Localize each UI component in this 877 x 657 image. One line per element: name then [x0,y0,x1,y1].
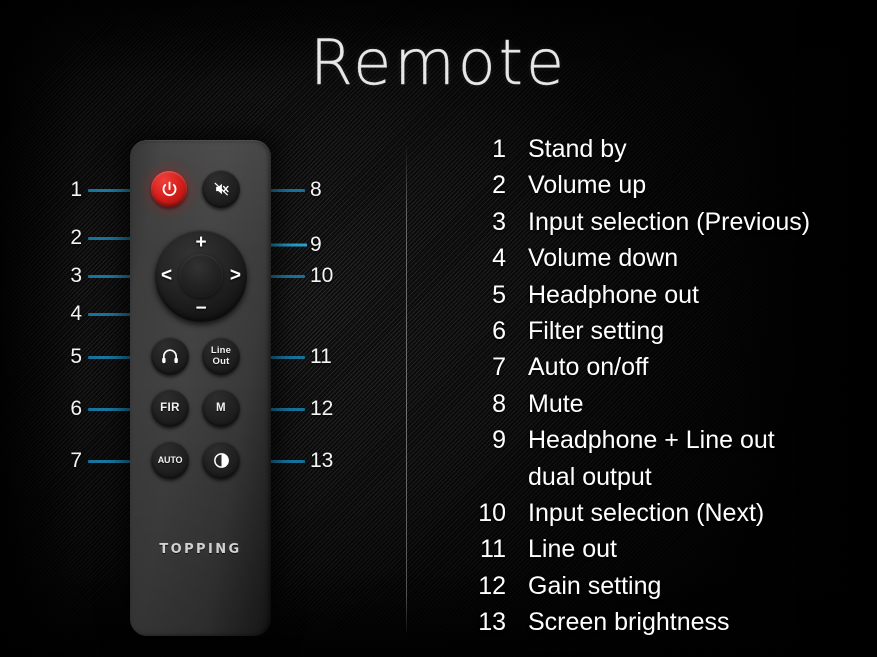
legend-label: Input selection (Next) [528,498,765,527]
legend-item: 5 Headphone out [458,277,873,313]
legend-item: 13 Screen brightness [458,604,873,640]
legend-label: Volume down [528,244,679,273]
legend-number: 8 [492,389,506,418]
callout-number-1: 1 [70,178,82,201]
input-previous-button[interactable]: < [161,266,172,285]
legend-number: 3 [492,207,506,236]
callout-number-9: 9 [310,233,322,256]
vertical-divider [406,146,407,632]
remote-body-highlight [130,140,271,636]
legend-number: 2 [492,171,506,200]
volume-down-button[interactable]: − [155,299,247,318]
line-out-label-line2: Out [212,356,230,367]
line-out-label: Line Out [211,345,231,367]
legend-item: 10 Input selection (Next) [458,495,873,531]
fir-label: FIR [160,401,180,414]
headphone-out-button[interactable] [151,337,189,375]
legend-number: 6 [492,316,506,345]
legend-number: 11 [480,535,506,564]
callout-number-5: 5 [70,345,82,368]
legend-number: 5 [492,280,506,309]
volume-up-button[interactable]: + [155,233,247,252]
legend-item: 6 Filter setting [458,313,873,349]
legend-number: 9 [492,426,506,455]
filter-setting-button[interactable]: FIR [151,389,189,427]
input-next-button[interactable]: > [230,266,241,285]
legend-label: Filter setting [528,316,665,345]
legend-number: 4 [492,244,506,273]
dpad-center-button[interactable] [179,254,223,298]
callout-number-10: 10 [310,264,334,287]
headphone-icon [162,349,178,364]
remote-control-body: + < > − Line Out FIR M AUTO TOPPING [130,140,271,636]
line-out-button[interactable]: Line Out [202,337,240,375]
legend-label: Stand by [528,135,627,163]
callout-number-12: 12 [310,397,334,420]
gain-label: M [216,401,226,414]
legend-list: 1 Stand by 2 Volume up 3 Input selection… [458,131,873,640]
auto-label: AUTO [157,454,183,465]
callout-number-3: 3 [70,264,82,287]
gain-setting-button[interactable]: M [202,389,240,427]
remote-diagram-slide: Remote 1 2 3 4 5 6 7 8 9 10 11 12 13 + <… [0,0,877,657]
legend-item: 7 Auto on/off [458,349,873,385]
callout-number-4: 4 [70,302,82,325]
legend-item: 1 Stand by [458,131,873,167]
legend-label: Auto on/off [528,353,649,382]
callout-number-2: 2 [70,226,82,249]
legend-item: 11 Line out [458,531,873,567]
legend-label: Gain setting [528,571,662,600]
legend-label: Headphone out [528,280,699,309]
legend-item-continuation: dual output [458,459,873,495]
legend-item: 2 Volume up [458,167,873,203]
callout-number-6: 6 [70,397,82,420]
legend-item: 4 Volume down [458,240,873,276]
legend-label: Line out [528,535,617,564]
page-title: Remote [309,26,568,99]
legend-label: Mute [528,389,584,418]
power-button[interactable] [151,171,187,207]
screen-brightness-button[interactable] [202,441,240,479]
legend-number: 1 [492,135,506,163]
legend-number: 12 [478,571,506,600]
legend-item: 3 Input selection (Previous) [458,204,873,240]
callout-number-13: 13 [310,449,334,472]
legend-label: dual output [528,462,652,491]
auto-onoff-button[interactable]: AUTO [151,441,189,479]
legend-number: 13 [478,608,506,637]
callout-number-7: 7 [70,449,82,472]
mute-button[interactable] [202,170,240,208]
legend-item: 8 Mute [458,386,873,422]
mute-icon [214,182,229,196]
legend-label: Volume up [528,171,647,200]
legend-label: Input selection (Previous) [528,207,811,236]
directional-pad[interactable]: + < > − [155,230,247,322]
brand-logo: TOPPING [159,542,242,557]
brightness-icon [213,452,229,468]
legend-label: Screen brightness [528,608,730,637]
legend-item: 12 Gain setting [458,568,873,604]
callout-number-11: 11 [310,345,332,368]
legend-number: 10 [478,498,506,527]
power-icon [162,181,176,196]
line-out-label-line1: Line [210,345,232,356]
legend-item: 9 Headphone + Line out [458,422,873,458]
legend-label: Headphone + Line out [528,426,775,455]
legend-number: 7 [492,353,506,382]
callout-number-8: 8 [310,178,322,201]
